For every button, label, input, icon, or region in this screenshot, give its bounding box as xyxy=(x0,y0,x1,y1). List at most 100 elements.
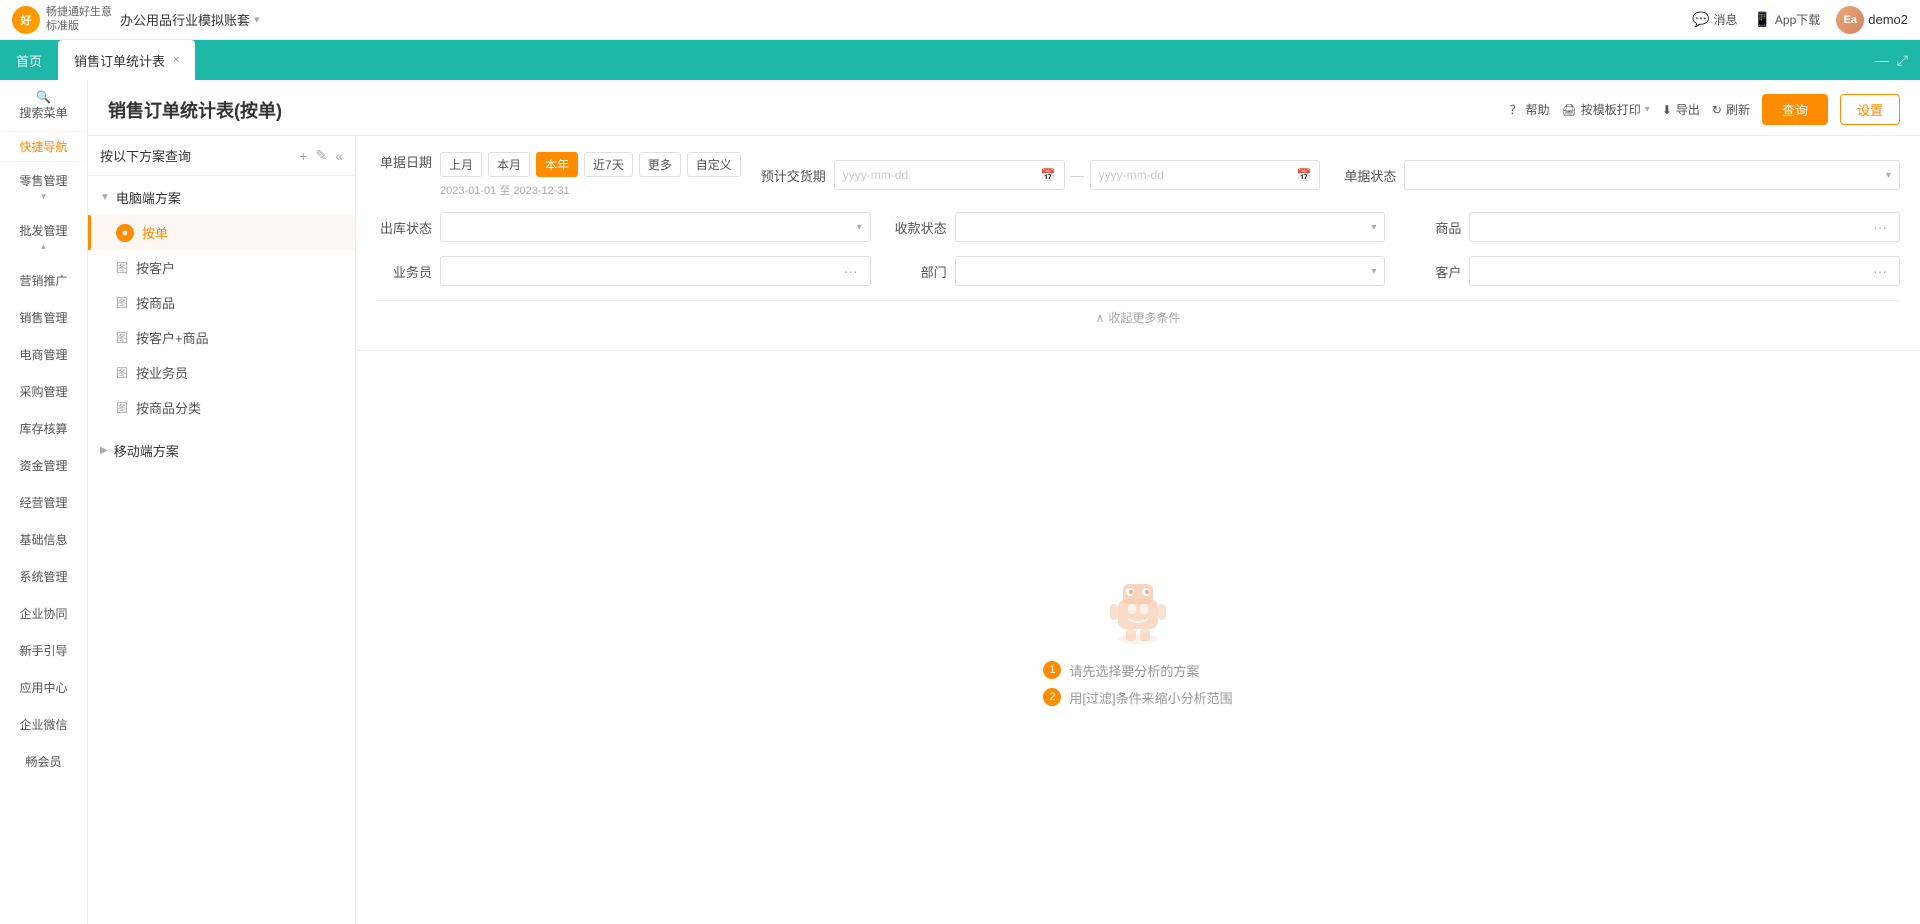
app-download-button[interactable]: 📱 App下载 xyxy=(1753,11,1820,28)
window-maximize-icon[interactable]: ⤢ xyxy=(1897,52,1908,69)
salesman-select[interactable]: ··· xyxy=(440,256,871,286)
tab-bar: 首页 销售订单统计表 × — ⤢ xyxy=(0,40,1920,80)
calendar-icon: 📅 xyxy=(1041,168,1056,182)
refresh-button[interactable]: ↻ 刷新 xyxy=(1712,101,1750,118)
period-more[interactable]: 更多 xyxy=(639,152,681,177)
date-end-input[interactable]: yyyy-mm-dd 📅 xyxy=(1090,160,1321,190)
query-button[interactable]: 查询 xyxy=(1762,94,1828,125)
split-layout: 按以下方案查询 + ✎ « ▼ 电脑端方案 ● 按单 xyxy=(88,136,1920,924)
sidebar-item-marketing[interactable]: 营销推广 xyxy=(0,262,87,299)
export-icon: ⬇ xyxy=(1662,103,1672,117)
sidebar-item-finance[interactable]: 资金管理 xyxy=(0,447,87,484)
dropdown-arrow-icon: ▾ xyxy=(1371,266,1376,277)
scheme-group-pc-header[interactable]: ▼ 电脑端方案 xyxy=(88,180,355,215)
calendar-icon: 📅 xyxy=(1296,168,1311,182)
sidebar-item-sales[interactable]: 销售管理 xyxy=(0,299,87,336)
more-options-icon[interactable]: ··· xyxy=(840,263,862,279)
chevron-up-icon: ∧ xyxy=(1096,311,1105,325)
status-label: 单据状态 xyxy=(1340,166,1396,185)
edit-scheme-button[interactable]: ✎ xyxy=(315,147,327,164)
receipt-status-select[interactable]: ▾ xyxy=(955,212,1386,242)
sidebar-item-wholesale[interactable]: 批发管理 ▴ xyxy=(0,212,87,262)
chevron-right-icon: ▶ xyxy=(100,445,108,456)
top-bar-left: 好 畅捷通好生意 标准版 办公用品行业模拟账套 ▾ xyxy=(12,6,260,34)
scheme-item-by-salesman[interactable]: 图 按业务员 xyxy=(88,355,355,390)
scheme-group-mobile-header[interactable]: ▶ 移动端方案 xyxy=(88,433,355,468)
date-start-input[interactable]: yyyy-mm-dd 📅 xyxy=(834,160,1065,190)
period-custom[interactable]: 自定义 xyxy=(687,152,741,177)
right-panel: 单据日期 上月 本月 本年 近7天 更多 自定义 20 xyxy=(356,136,1920,924)
more-options-icon[interactable]: ··· xyxy=(1869,263,1891,279)
avatar: Ea xyxy=(1836,6,1864,34)
message-button[interactable]: 💬 消息 xyxy=(1692,11,1737,28)
scheme-item-by-category[interactable]: 图 按商品分类 xyxy=(88,390,355,425)
scheme-item-by-customer-goods[interactable]: 图 按客户+商品 xyxy=(88,320,355,355)
sidebar-item-purchase[interactable]: 采购管理 xyxy=(0,373,87,410)
search-menu-item[interactable]: 🔍 搜索菜单 xyxy=(0,80,87,132)
period-filter-group: 单据日期 上月 本月 本年 近7天 更多 自定义 20 xyxy=(376,152,741,198)
sidebar-item-member[interactable]: 畅会员 xyxy=(0,743,87,780)
scheme-icon: 图 xyxy=(116,294,128,311)
customer-select[interactable]: ··· xyxy=(1469,256,1900,286)
period-this-year[interactable]: 本年 xyxy=(536,152,578,177)
breadcrumb-dropdown-icon[interactable]: ▾ xyxy=(254,13,260,26)
period-last-month[interactable]: 上月 xyxy=(440,152,482,177)
scheme-item-by-goods[interactable]: 图 按商品 xyxy=(88,285,355,320)
dropdown-arrow-icon: ▾ xyxy=(857,222,862,233)
sidebar-item-operations[interactable]: 经营管理 xyxy=(0,484,87,521)
date-separator: — xyxy=(1071,168,1084,183)
print-button[interactable]: 🖨 按模板打印 ▾ xyxy=(1562,101,1650,118)
tab-home[interactable]: 首页 xyxy=(0,40,58,80)
quick-nav-item[interactable]: 快捷导航 xyxy=(0,132,87,162)
goods-select[interactable]: ··· xyxy=(1469,212,1900,242)
expected-date-group: 预计交货期 yyyy-mm-dd 📅 — yyyy-mm-dd 📅 xyxy=(761,160,1321,190)
user-menu[interactable]: Ea demo2 xyxy=(1836,6,1908,34)
sidebar-item-inventory[interactable]: 库存核算 xyxy=(0,410,87,447)
period-7days[interactable]: 近7天 xyxy=(584,152,633,177)
sidebar-item-enterprise[interactable]: 企业协同 xyxy=(0,595,87,632)
sidebar-item-apps[interactable]: 应用中心 xyxy=(0,669,87,706)
receipt-status-label: 收款状态 xyxy=(891,218,947,237)
sidebar-item-ecommerce[interactable]: 电商管理 xyxy=(0,336,87,373)
dept-label: 部门 xyxy=(891,262,947,281)
goods-label: 商品 xyxy=(1405,218,1461,237)
window-minimize-icon[interactable]: — xyxy=(1875,52,1889,68)
sidebar-item-system[interactable]: 系统管理 xyxy=(0,558,87,595)
panel-toolbar: 按以下方案查询 + ✎ « xyxy=(88,136,355,176)
sidebar-item-basic-info[interactable]: 基础信息 xyxy=(0,521,87,558)
period-this-month[interactable]: 本月 xyxy=(488,152,530,177)
export-button[interactable]: ⬇ 导出 xyxy=(1662,101,1700,118)
status-select[interactable]: ▾ xyxy=(1404,160,1900,190)
dept-select[interactable]: ▾ xyxy=(955,256,1386,286)
scheme-icon: 图 xyxy=(116,259,128,276)
ship-status-select[interactable]: ▾ xyxy=(440,212,871,242)
phone-icon: 📱 xyxy=(1753,11,1770,28)
more-options-icon[interactable]: ··· xyxy=(1869,219,1891,235)
scheme-item-by-customer[interactable]: 图 按客户 xyxy=(88,250,355,285)
collapse-panel-button[interactable]: « xyxy=(335,148,343,164)
page-actions: ？ 帮助 🖨 按模板打印 ▾ ⬇ 导出 ↻ 刷新 查询 设置 xyxy=(1510,94,1901,125)
tab-sales-stats[interactable]: 销售订单统计表 × xyxy=(58,40,195,80)
ship-status-label: 出库状态 xyxy=(376,218,432,237)
sidebar-item-retail[interactable]: 零售管理 ▾ xyxy=(0,162,87,212)
top-bar: 好 畅捷通好生意 标准版 办公用品行业模拟账套 ▾ 💬 消息 📱 App下载 E… xyxy=(0,0,1920,40)
main-layout: 🔍 搜索菜单 快捷导航 零售管理 ▾ 批发管理 ▴ 营销推广 销售管理 电商管理… xyxy=(0,80,1920,924)
breadcrumb[interactable]: 办公用品行业模拟账套 ▾ xyxy=(120,10,260,29)
empty-hint-2: 2 用[过滤]条件来缩小分析范围 xyxy=(1043,688,1232,707)
help-button[interactable]: ？ 帮助 xyxy=(1510,101,1550,118)
period-date-range: 2023-01-01 至 2023-12-31 xyxy=(440,182,741,198)
status-filter-group: 单据状态 ▾ xyxy=(1340,160,1900,190)
tab-close-icon[interactable]: × xyxy=(173,54,179,66)
dropdown-arrow-icon: ▾ xyxy=(1371,222,1376,233)
active-scheme-indicator: ● xyxy=(116,224,134,242)
ship-status-group: 出库状态 ▾ xyxy=(376,212,871,242)
chevron-down-icon: ▾ xyxy=(41,191,46,202)
settings-button[interactable]: 设置 xyxy=(1840,94,1900,125)
left-panel: 按以下方案查询 + ✎ « ▼ 电脑端方案 ● 按单 xyxy=(88,136,356,924)
collapse-filter-button[interactable]: ∧ 收起更多条件 xyxy=(376,300,1900,334)
add-scheme-button[interactable]: + xyxy=(299,148,307,164)
scheme-item-by-order[interactable]: ● 按单 xyxy=(88,215,355,250)
empty-state: 1 请先选择要分析的方案 2 用[过滤]条件来缩小分析范围 xyxy=(356,351,1920,924)
sidebar-item-guide[interactable]: 新手引导 xyxy=(0,632,87,669)
sidebar-item-wechat[interactable]: 企业微信 xyxy=(0,706,87,743)
